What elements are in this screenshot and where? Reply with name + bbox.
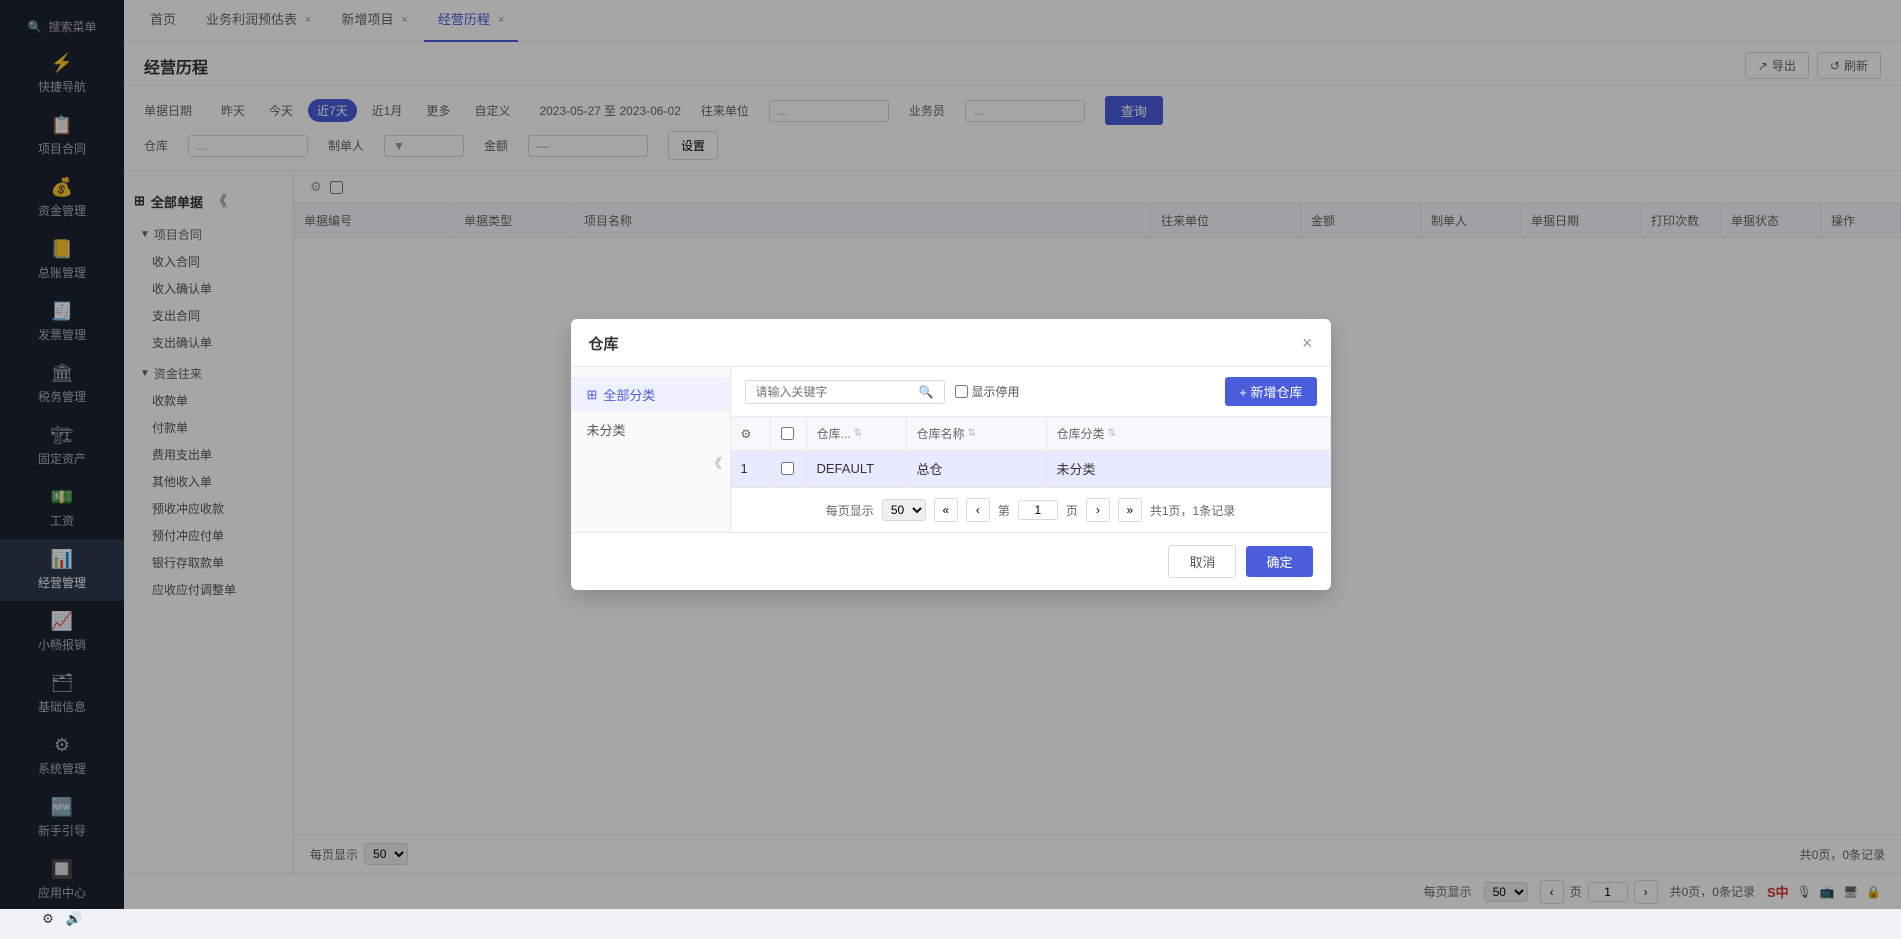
modal-th-name: 仓库名称 ⇅ bbox=[907, 417, 1047, 450]
modal-th-settings: ⚙ bbox=[731, 417, 771, 450]
modal-next-page-button[interactable]: › bbox=[1086, 498, 1110, 522]
modal-search-input[interactable] bbox=[756, 385, 913, 399]
modal-table-row[interactable]: 1 DEFAULT 总仓 未分类 bbox=[731, 451, 1331, 487]
modal-th-code: 仓库... ⇅ bbox=[807, 417, 907, 450]
modal-left-item-unclassified[interactable]: 未分类 bbox=[571, 412, 730, 447]
sidebar-bottom: ⚙ 🔊 bbox=[42, 911, 82, 939]
row-checkbox[interactable] bbox=[781, 462, 794, 475]
modal-select-all[interactable] bbox=[781, 427, 794, 440]
cancel-button[interactable]: 取消 bbox=[1168, 545, 1236, 578]
modal-last-page-button[interactable]: » bbox=[1118, 498, 1142, 522]
modal-title: 仓库 bbox=[589, 333, 619, 354]
grid-icon-modal: ⊞ bbox=[587, 387, 598, 403]
modal-right-panel: 🔍 显示停用 + 新增仓库 ⚙ bbox=[731, 367, 1331, 532]
modal-overlay: 仓库 × ⊞ 全部分类 未分类 《 bbox=[0, 0, 1901, 909]
modal-body: ⊞ 全部分类 未分类 《 🔍 bbox=[571, 367, 1331, 532]
modal-actions: 取消 确定 bbox=[571, 532, 1331, 590]
sort-icon-3: ⇅ bbox=[1108, 428, 1116, 439]
modal-first-page-button[interactable]: « bbox=[934, 498, 958, 522]
modal-left-panel: ⊞ 全部分类 未分类 《 bbox=[571, 367, 731, 532]
modal-prev-page-button[interactable]: ‹ bbox=[966, 498, 990, 522]
search-icon-modal: 🔍 bbox=[919, 385, 934, 399]
modal-th-category: 仓库分类 ⇅ bbox=[1047, 417, 1331, 450]
show-disabled-label[interactable]: 显示停用 bbox=[955, 383, 1020, 400]
volume-icon[interactable]: 🔊 bbox=[66, 911, 82, 927]
add-warehouse-button[interactable]: + 新增仓库 bbox=[1225, 377, 1316, 406]
modal-table: ⚙ 仓库... ⇅ 仓库名称 ⇅ bbox=[731, 417, 1331, 487]
sort-icon: ⇅ bbox=[854, 428, 862, 439]
modal-td-code: DEFAULT bbox=[807, 451, 907, 486]
confirm-button[interactable]: 确定 bbox=[1246, 546, 1312, 577]
modal-toolbar: 🔍 显示停用 + 新增仓库 bbox=[731, 367, 1331, 417]
modal-td-category: 未分类 bbox=[1047, 451, 1331, 486]
modal-collapse-button[interactable]: 《 bbox=[571, 447, 730, 478]
modal-td-name: 总仓 bbox=[907, 451, 1047, 486]
modal-table-header: ⚙ 仓库... ⇅ 仓库名称 ⇅ bbox=[731, 417, 1331, 451]
settings-bottom-icon[interactable]: ⚙ bbox=[42, 911, 54, 927]
warehouse-modal: 仓库 × ⊞ 全部分类 未分类 《 bbox=[571, 319, 1331, 590]
sort-icon-2: ⇅ bbox=[968, 428, 976, 439]
modal-td-index: 1 bbox=[731, 451, 771, 486]
modal-header: 仓库 × bbox=[571, 319, 1331, 367]
modal-pagination: 每页显示 50 « ‹ 第 页 › » 共1页，1条记录 bbox=[731, 487, 1331, 532]
modal-th-checkbox bbox=[771, 417, 807, 450]
show-disabled-checkbox[interactable] bbox=[955, 385, 968, 398]
modal-page-input[interactable] bbox=[1018, 500, 1058, 520]
modal-td-checkbox[interactable] bbox=[771, 451, 807, 486]
modal-search-wrapper: 🔍 bbox=[745, 380, 945, 404]
modal-left-item-all[interactable]: ⊞ 全部分类 bbox=[571, 377, 730, 412]
modal-total-info: 共1页，1条记录 bbox=[1150, 502, 1235, 519]
modal-search-area: 🔍 显示停用 bbox=[745, 380, 1020, 404]
modal-close-button[interactable]: × bbox=[1302, 333, 1313, 354]
modal-per-page-select[interactable]: 50 bbox=[882, 499, 926, 521]
